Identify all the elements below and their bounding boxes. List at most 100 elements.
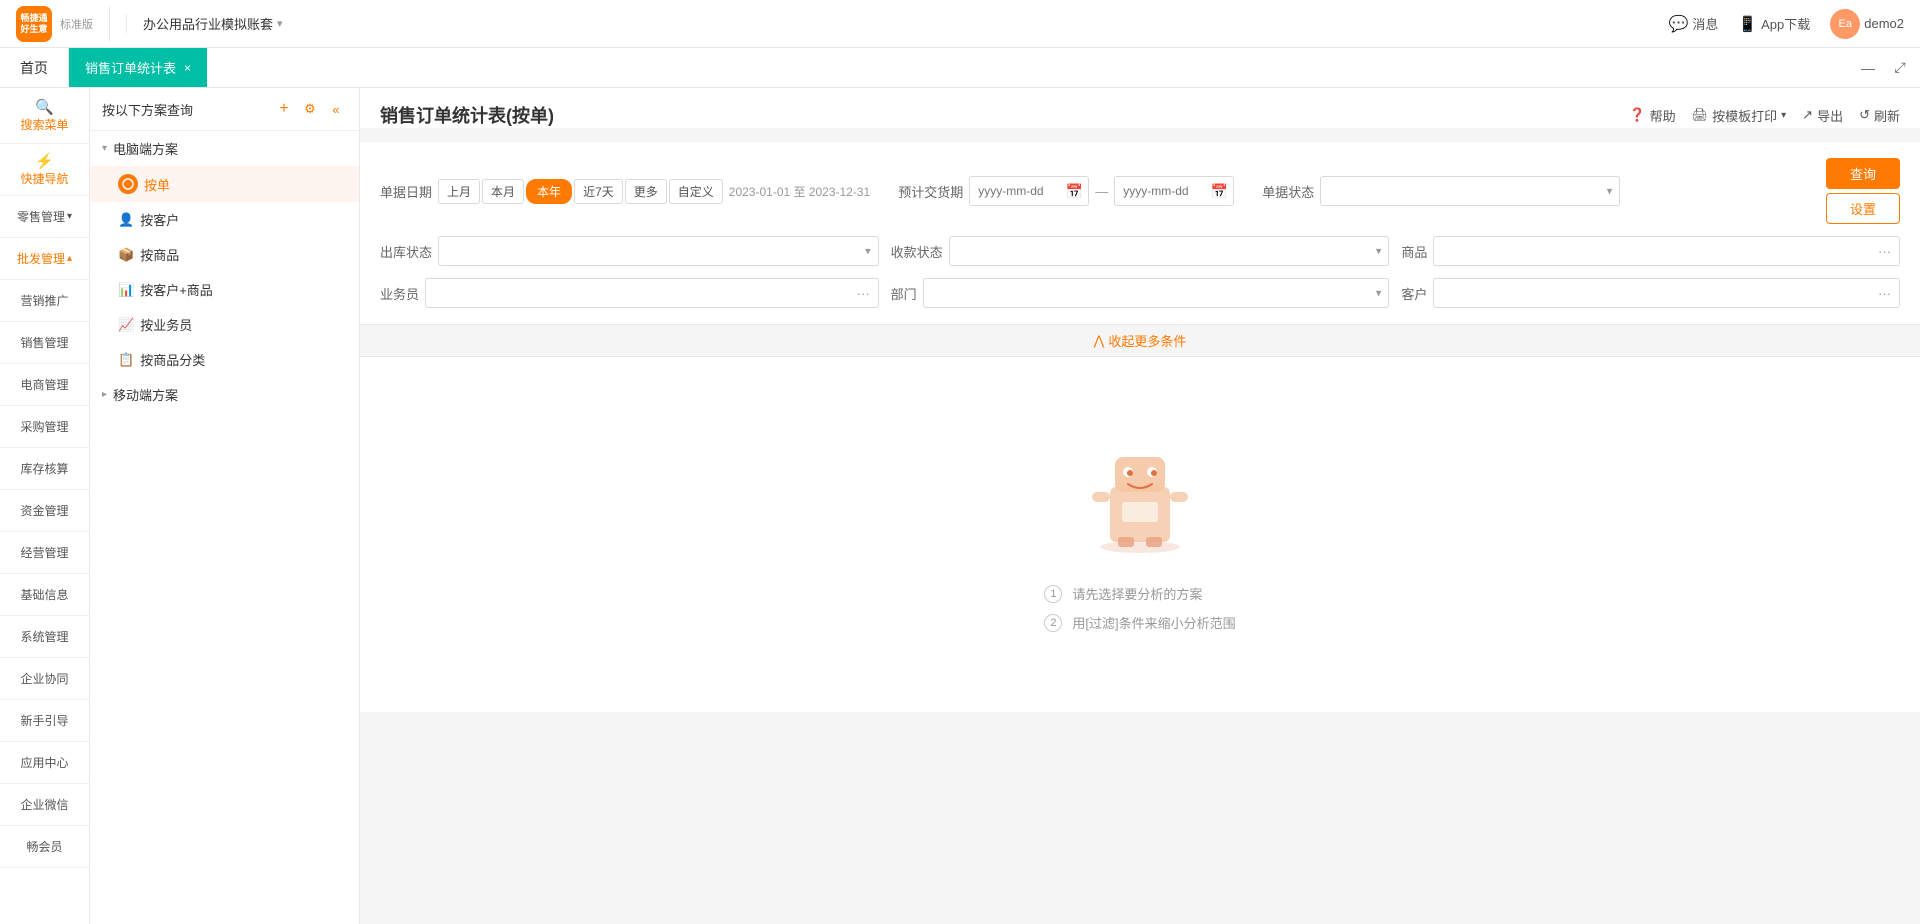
sidebar-enterprise-label: 企业协同 (20, 670, 68, 687)
delivery-status-group: 出库状态 ▾ (380, 236, 879, 266)
sidebar: 🔍 搜索菜单 ⚡ 快捷导航 零售管理 ▾ 批发管理 ▴ 营销推广 销售管理 电商… (0, 88, 90, 924)
tab-maximize-btn[interactable]: ⤢ (1888, 56, 1912, 80)
export-btn[interactable]: ↗ 导出 (1802, 106, 1843, 125)
salesperson-input[interactable] (434, 286, 857, 301)
tree-section-pc[interactable]: ▾ 电脑端方案 (90, 131, 359, 166)
collapse-label: 收起更多条件 (1108, 331, 1186, 350)
date-separator: — (1095, 184, 1108, 199)
sidebar-item-ecommerce[interactable]: 电商管理 (0, 364, 89, 406)
message-btn[interactable]: 💬 消息 (1668, 14, 1718, 34)
sidebar-item-member[interactable]: 畅会员 (0, 826, 89, 868)
calendar-start-icon[interactable]: 📅 (1066, 183, 1083, 200)
sidebar-app-center-label: 应用中心 (20, 754, 68, 771)
date-btn-more[interactable]: 更多 (625, 179, 667, 204)
delivery-date-end-wrap: 📅 (1114, 176, 1234, 206)
product-dots[interactable]: ··· (1878, 244, 1891, 259)
tab-close-btn[interactable]: × (184, 61, 191, 75)
sidebar-item-operations[interactable]: 经营管理 (0, 532, 89, 574)
tree-section-mobile[interactable]: ▸ 移动端方案 (90, 377, 359, 412)
sidebar-item-wholesale[interactable]: 批发管理 ▴ (0, 238, 89, 280)
sidebar-item-inventory[interactable]: 库存核算 (0, 448, 89, 490)
step-1-num: 1 (1044, 585, 1062, 603)
content-area: 按以下方案查询 + ⚙ « (90, 88, 1920, 924)
sidebar-item-app-center[interactable]: 应用中心 (0, 742, 89, 784)
app-selector[interactable]: 办公用品行业模拟账套 ▾ (126, 14, 283, 33)
scheme-by-order[interactable]: 按单 (90, 166, 359, 202)
date-btn-last-month[interactable]: 上月 (438, 179, 480, 204)
tab-sales-stats-label: 销售订单统计表 (85, 58, 176, 77)
logo-area: 畅捷通好生意 标准版 (16, 6, 110, 42)
refresh-btn[interactable]: ↺ 刷新 (1859, 106, 1900, 125)
refresh-icon: ↺ (1859, 107, 1870, 123)
date-btn-this-year[interactable]: 本年 (526, 179, 572, 204)
tab-home[interactable]: 首页 (0, 48, 69, 87)
delivery-status-select-wrap: ▾ (438, 236, 879, 266)
tree-pc-label: 电脑端方案 (113, 139, 178, 158)
sidebar-member-label: 畅会员 (26, 838, 62, 855)
sidebar-search[interactable]: 🔍 搜索菜单 (0, 88, 89, 144)
scheme-by-customer-product[interactable]: 📊 按客户+商品 (90, 272, 359, 307)
status-label: 单据状态 (1262, 182, 1314, 201)
sidebar-item-sales[interactable]: 销售管理 (0, 322, 89, 364)
by-category-icon: 📋 (118, 352, 134, 368)
collection-status-group: 收款状态 ▾ (891, 236, 1390, 266)
by-customer-label: 按客户 (140, 210, 179, 229)
collection-status-label: 收款状态 (891, 242, 943, 261)
help-btn[interactable]: ❓ 帮助 (1629, 106, 1675, 125)
sidebar-system-label: 系统管理 (20, 628, 68, 645)
collapse-panel-btn[interactable]: « (325, 98, 347, 120)
sidebar-item-basic-info[interactable]: 基础信息 (0, 574, 89, 616)
query-btn[interactable]: 查询 (1826, 158, 1900, 189)
settings-scheme-btn[interactable]: ⚙ (299, 98, 321, 120)
date-btn-7days[interactable]: 近7天 (574, 179, 623, 204)
customer-input[interactable] (1442, 286, 1878, 301)
sidebar-quick-nav-label: 快捷导航 (0, 170, 89, 187)
left-panel-actions: + ⚙ « (273, 98, 347, 120)
scheme-by-product[interactable]: 📦 按商品 (90, 237, 359, 272)
date-btn-this-month[interactable]: 本月 (482, 179, 524, 204)
print-btn[interactable]: 🖨 按模板打印 ▾ (1692, 106, 1787, 125)
sidebar-item-newbie[interactable]: 新手引导 (0, 700, 89, 742)
salesperson-dots[interactable]: ··· (857, 286, 870, 301)
collapse-btn[interactable]: ⋀ 收起更多条件 (1094, 331, 1187, 350)
sidebar-item-wechat[interactable]: 企业微信 (0, 784, 89, 826)
step-1-text: 请先选择要分析的方案 (1072, 584, 1202, 603)
tab-minimize-btn[interactable]: — (1856, 56, 1880, 80)
sidebar-item-marketing[interactable]: 营销推广 (0, 280, 89, 322)
delivery-date-group: 预计交货期 📅 — 📅 (898, 176, 1234, 206)
sidebar-basic-info-label: 基础信息 (20, 586, 68, 603)
sidebar-item-retail[interactable]: 零售管理 ▾ (0, 196, 89, 238)
tab-sales-stats[interactable]: 销售订单统计表 × (69, 48, 207, 87)
collection-status-select[interactable] (949, 236, 1390, 266)
sidebar-inventory-label: 库存核算 (20, 460, 68, 477)
step-2-num: 2 (1044, 614, 1062, 632)
status-select[interactable] (1320, 176, 1620, 206)
sidebar-item-system[interactable]: 系统管理 (0, 616, 89, 658)
calendar-end-icon[interactable]: 📅 (1211, 183, 1228, 200)
sidebar-item-purchase[interactable]: 采购管理 (0, 406, 89, 448)
by-customer-product-label: 按客户+商品 (140, 280, 213, 299)
product-group: 商品 ··· (1401, 236, 1900, 266)
tabbar-actions: — ⤢ (1856, 56, 1920, 80)
sidebar-ecommerce-label: 电商管理 (20, 376, 68, 393)
left-panel-header: 按以下方案查询 + ⚙ « (90, 88, 359, 131)
user-area[interactable]: Ea demo2 (1830, 9, 1904, 39)
scheme-by-salesperson[interactable]: 📈 按业务员 (90, 307, 359, 342)
customer-dots[interactable]: ··· (1878, 286, 1891, 301)
sidebar-item-enterprise[interactable]: 企业协同 (0, 658, 89, 700)
app-selector-arrow: ▾ (277, 17, 283, 30)
scheme-by-customer[interactable]: 👤 按客户 (90, 202, 359, 237)
department-select[interactable] (923, 278, 1390, 308)
date-btn-custom[interactable]: 自定义 (669, 179, 723, 204)
app-download-btn[interactable]: 📱 App下载 (1738, 14, 1810, 33)
delivery-status-select[interactable] (438, 236, 879, 266)
sidebar-quick-nav[interactable]: ⚡ 快捷导航 (0, 144, 89, 196)
page-header-actions: ❓ 帮助 🖨 按模板打印 ▾ ↗ 导出 (1629, 106, 1900, 125)
add-scheme-btn[interactable]: + (273, 98, 295, 120)
settings-btn[interactable]: 设置 (1826, 193, 1900, 224)
sidebar-item-finance[interactable]: 资金管理 (0, 490, 89, 532)
product-input[interactable] (1442, 244, 1878, 259)
refresh-label: 刷新 (1874, 106, 1900, 125)
scheme-by-category[interactable]: 📋 按商品分类 (90, 342, 359, 377)
date-label: 单据日期 (380, 182, 432, 201)
